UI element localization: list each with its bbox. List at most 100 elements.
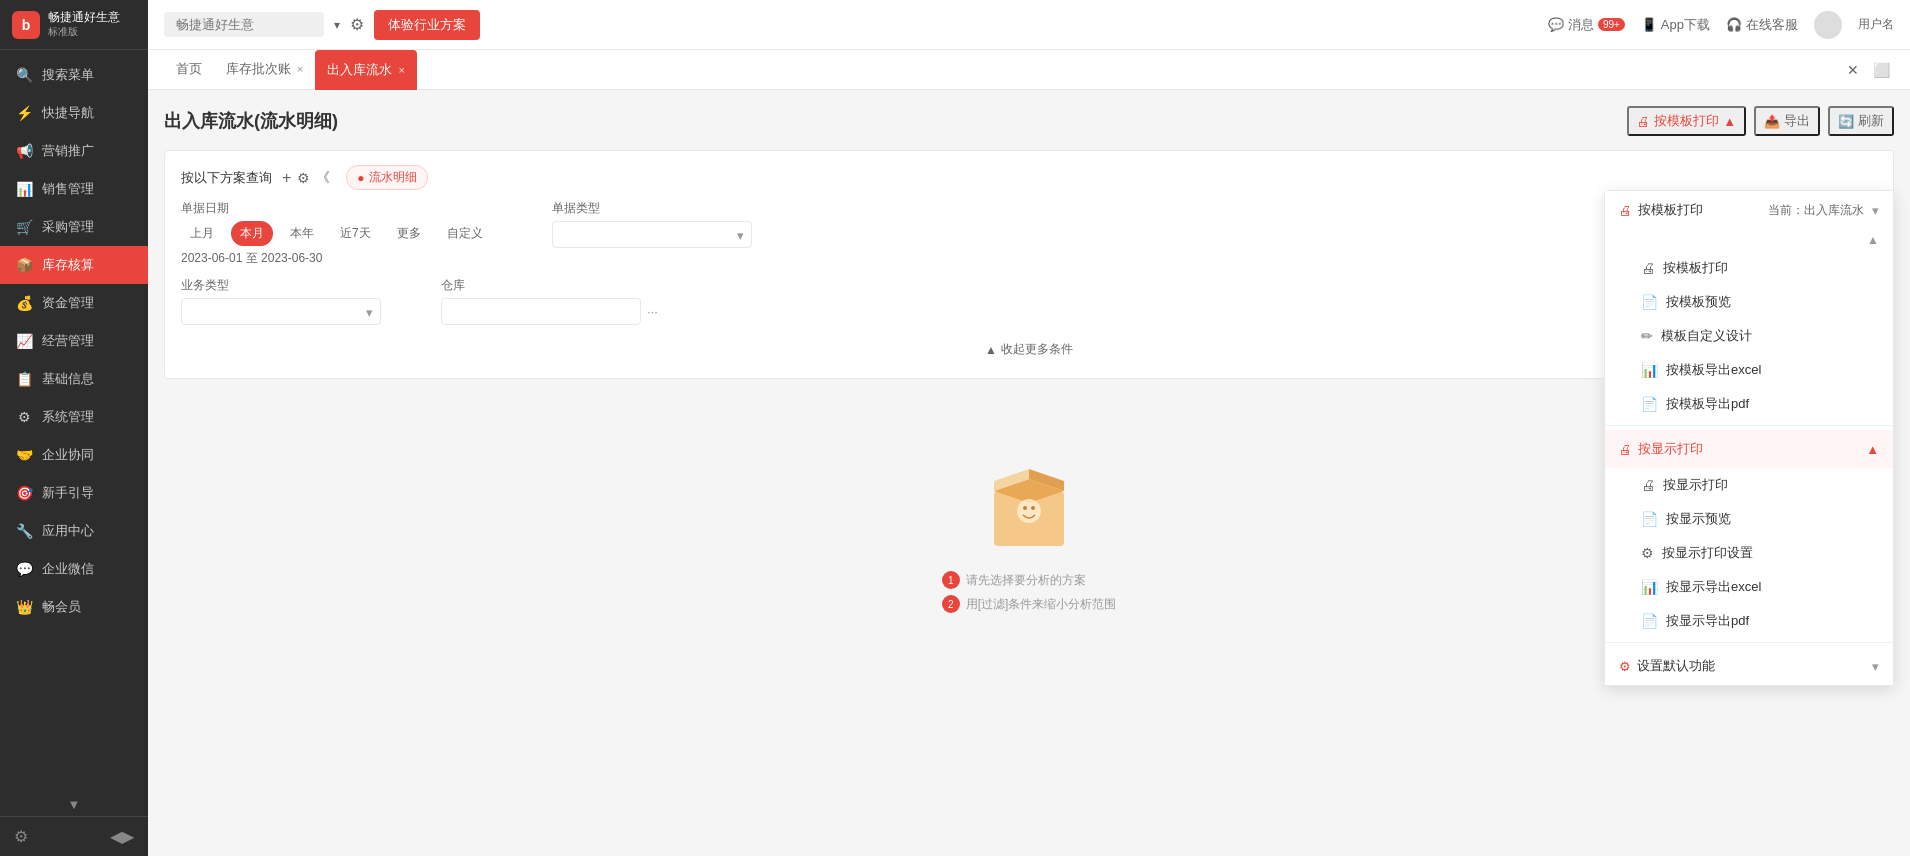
biztype-select[interactable] [181,298,381,325]
tab-home[interactable]: 首页 [164,50,214,90]
template-export-pdf-icon: 📄 [1641,396,1658,412]
dropdown-template-chevron-icon: ▾ [1872,203,1879,218]
display-export-pdf-icon: 📄 [1641,613,1658,629]
filter-settings-icon[interactable]: ⚙ [297,170,310,186]
sidebar-item-purchase[interactable]: 🛒 采购管理 [0,208,148,246]
content-area: 出入库流水(流水明细) 🖨 按模板打印 ▲ 📤 导出 🔄 刷新 [148,90,1910,856]
dropdown-scroll-up[interactable]: ▲ [1605,229,1893,251]
industry-solution-button[interactable]: 体验行业方案 [374,10,480,40]
filter-collapse-icon[interactable]: 《 [316,169,330,187]
sidebar-item-label: 基础信息 [42,370,94,388]
dropdown-item-display-export-excel[interactable]: 📊 按显示导出excel [1605,570,1893,604]
search-dropdown-icon[interactable]: ▾ [334,18,340,32]
customer-service-button[interactable]: 🎧 在线客服 [1726,16,1798,34]
dropdown-display-chevron-up-icon: ▲ [1866,442,1879,457]
template-export-excel-icon: 📊 [1641,362,1658,378]
purchase-icon: 🛒 [14,219,34,235]
doctype-select[interactable] [552,221,752,248]
dropdown-item-template-print[interactable]: 🖨 按模板打印 [1605,251,1893,285]
current-template-label: 当前：出入库流水 [1768,203,1864,217]
page-header: 出入库流水(流水明细) 🖨 按模板打印 ▲ 📤 导出 🔄 刷新 [164,106,1894,136]
dropdown-item-display-print-settings[interactable]: ⚙ 按显示打印设置 [1605,536,1893,570]
display-export-excel-label: 按显示导出excel [1666,578,1761,596]
sidebar-item-operations[interactable]: 📈 经营管理 [0,322,148,360]
sidebar-item-funds[interactable]: 💰 资金管理 [0,284,148,322]
tab-home-label: 首页 [176,60,202,78]
sidebar-item-system[interactable]: ⚙ 系统管理 [0,398,148,436]
sidebar-footer: ⚙ ◀▶ [0,816,148,856]
sidebar-item-newbie[interactable]: 🎯 新手引导 [0,474,148,512]
app-logo: b [12,11,40,39]
display-preview-icon: 📄 [1641,511,1658,527]
sidebar-item-label: 企业微信 [42,560,94,578]
date-btn-custom[interactable]: 自定义 [438,221,492,246]
dropdown-item-template-customize[interactable]: ✏ 模板自定义设计 [1605,319,1893,353]
dropdown-item-display-print[interactable]: 🖨 按显示打印 [1605,468,1893,502]
refresh-button[interactable]: 🔄 刷新 [1828,106,1894,136]
date-field-label: 单据日期 [181,200,492,217]
message-button[interactable]: 💬 消息 99+ [1548,16,1625,34]
filter-add-button[interactable]: + [282,169,291,187]
doctype-select-wrap [552,221,752,248]
tab-inout-label: 出入库流水 [327,61,392,79]
date-btn-7days[interactable]: 近7天 [331,221,380,246]
dropdown-item-template-export-excel[interactable]: 📊 按模板导出excel [1605,353,1893,387]
footer-collapse-icon[interactable]: ◀▶ [110,827,134,846]
sidebar-item-cooperation[interactable]: 🤝 企业协同 [0,436,148,474]
marketing-icon: 📢 [14,143,34,159]
print-chevron-up-icon: ▲ [1723,114,1736,129]
sidebar-item-sales[interactable]: 📊 销售管理 [0,170,148,208]
collapse-label: 收起更多条件 [1001,341,1073,358]
footer-settings-icon[interactable]: ⚙ [14,827,28,846]
dropdown-item-display-preview[interactable]: 📄 按显示预览 [1605,502,1893,536]
date-btn-more[interactable]: 更多 [388,221,430,246]
print-template-label: 按模板打印 [1654,112,1719,130]
close-window-icon[interactable]: ✕ [1843,60,1863,80]
dropdown-item-template-preview[interactable]: 📄 按模板预览 [1605,285,1893,319]
sidebar-item-marketing[interactable]: 📢 营销推广 [0,132,148,170]
maximize-window-icon[interactable]: ⬜ [1869,60,1894,80]
warehouse-input[interactable] [441,298,641,325]
date-btn-last-month[interactable]: 上月 [181,221,223,246]
sidebar-item-label: 经营管理 [42,332,94,350]
display-header-content: 🖨 按显示打印 [1619,440,1703,458]
search-input[interactable] [164,12,324,37]
sidebar-item-basic[interactable]: 📋 基础信息 [0,360,148,398]
collapse-more-button[interactable]: ▲ 收起更多条件 [985,341,1073,358]
date-options-row: 上月 本月 本年 近7天 更多 自定义 [181,221,492,246]
tab-batch[interactable]: 库存批次账 × [214,50,315,90]
sidebar-scroll-down[interactable]: ▼ [0,792,148,816]
sidebar-item-label: 营销推广 [42,142,94,160]
active-filter-tag[interactable]: ● 流水明细 [346,165,427,190]
date-btn-this-month[interactable]: 本月 [231,221,273,246]
sidebar-item-inventory[interactable]: 📦 库存核算 [0,246,148,284]
template-customize-label: 模板自定义设计 [1661,327,1752,345]
sidebar-item-search[interactable]: 🔍 搜索菜单 [0,56,148,94]
template-print-item-label: 按模板打印 [1663,259,1728,277]
print-header-icon: 🖨 [1619,203,1632,218]
filter-warehouse-field: 仓库 ··· [441,277,658,325]
export-button[interactable]: 📤 导出 [1754,106,1820,136]
print-template-button[interactable]: 🖨 按模板打印 ▲ [1627,106,1746,136]
sidebar-item-wechat[interactable]: 💬 企业微信 [0,550,148,588]
dropdown-template-print-header[interactable]: 🖨 按模板打印 当前：出入库流水 ▾ [1605,191,1893,229]
tab-batch-close-icon[interactable]: × [297,63,303,75]
sidebar-item-appcenter[interactable]: 🔧 应用中心 [0,512,148,550]
customer-service-label: 在线客服 [1746,16,1798,34]
date-btn-this-year[interactable]: 本年 [281,221,323,246]
print-dropdown-panel: 🖨 按模板打印 当前：出入库流水 ▾ ▲ 🖨 按模板打印 📄 [1604,190,1894,686]
dropdown-item-template-export-pdf[interactable]: 📄 按模板导出pdf [1605,387,1893,421]
user-avatar[interactable] [1814,11,1842,39]
topbar-gear-icon[interactable]: ⚙ [350,15,364,34]
template-preview-label: 按模板预览 [1666,293,1731,311]
dropdown-item-display-export-pdf[interactable]: 📄 按显示导出pdf [1605,604,1893,638]
tab-inout-close-icon[interactable]: × [398,64,404,76]
app-download-button[interactable]: 📱 App下载 [1641,16,1710,34]
sidebar-item-quicknav[interactable]: ⚡ 快捷导航 [0,94,148,132]
dropdown-set-default-header[interactable]: ⚙ 设置默认功能 ▾ [1605,647,1893,685]
sidebar-title-block: 畅捷通好生意 标准版 [48,10,120,40]
dropdown-display-print-header[interactable]: 🖨 按显示打印 ▲ [1605,430,1893,468]
warehouse-more-icon[interactable]: ··· [647,304,658,319]
tab-inout[interactable]: 出入库流水 × [315,50,416,90]
sidebar-item-vip[interactable]: 👑 畅会员 [0,588,148,626]
